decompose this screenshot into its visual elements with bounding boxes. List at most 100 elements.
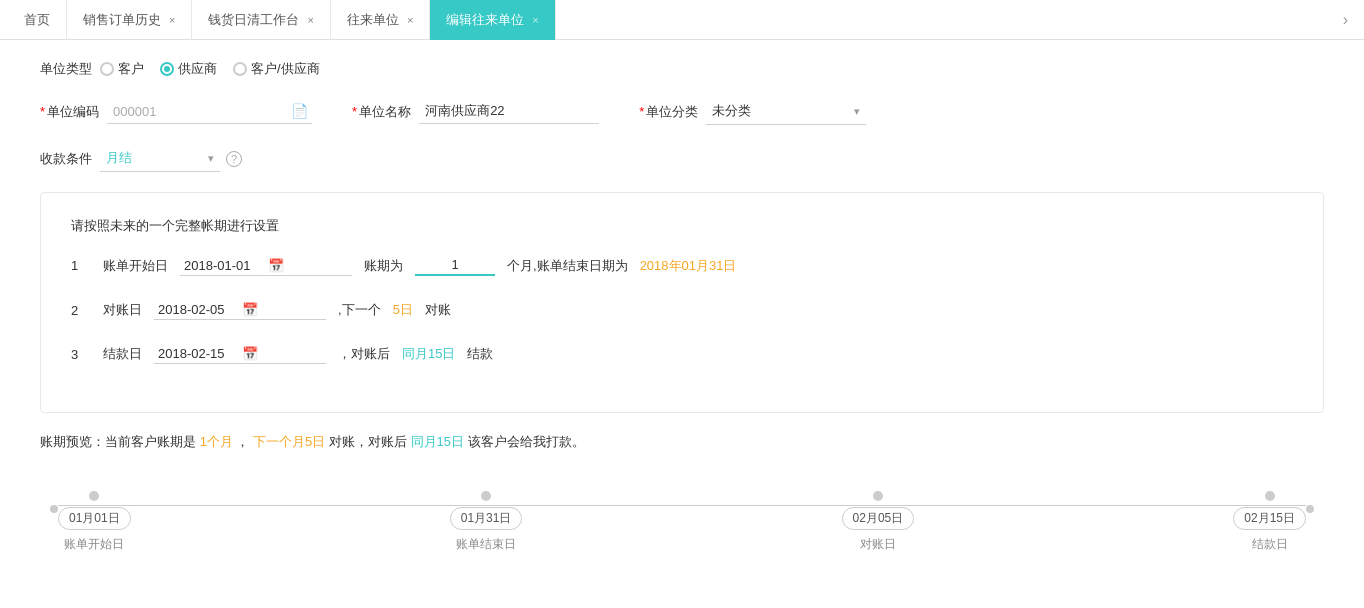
radio-customer-label: 客户 [118,60,144,78]
unit-category-label: 单位分类 [646,103,698,121]
unit-name-input[interactable] [419,100,599,124]
unit-code-input[interactable] [107,100,287,123]
period-instruction: 请按照未来的一个完整帐期进行设置 [71,217,1293,235]
tab-edit-partner-close[interactable]: × [532,14,538,26]
timeline-node-4-dot [1265,491,1275,501]
timeline-node-3: 02月05日 对账日 [842,491,915,553]
preview-text1: ， [236,434,249,449]
payment-dropdown[interactable]: 月结 ▾ [100,145,220,172]
tab-bar: 首页 销售订单历史 × 钱货日清工作台 × 往来单位 × 编辑往来单位 × › [0,0,1364,40]
period-row-2-date-wrapper: 2018-02-05 📅 [154,300,326,320]
main-content: 单位类型 客户 供应商 客户/供应商 * 单位编码 [0,40,1364,608]
radio-group: 客户 供应商 客户/供应商 [100,60,320,78]
period-row-3-date-wrapper: 2018-02-15 📅 [154,344,326,364]
period-row-3-cal-icon[interactable]: 📅 [242,346,322,361]
tab-edit-partner-label: 编辑往来单位 [446,11,524,29]
period-row-2-num: 2 [71,303,91,318]
timeline-node-2-dot [481,491,491,501]
radio-customer-circle [100,62,114,76]
unit-info-row: * 单位编码 📄 * 单位名称 * 单位分类 未分类 ▾ [40,98,1324,125]
unit-code-icon[interactable]: 📄 [287,103,312,119]
period-row-2-desc-prefix: ,下一个 [338,301,381,319]
tab-cash-work-label: 钱货日清工作台 [208,11,299,29]
timeline-node-2: 01月31日 账单结束日 [450,491,523,553]
radio-supplier[interactable]: 供应商 [160,60,217,78]
period-row-2-cal-icon[interactable]: 📅 [242,302,322,317]
radio-both-label: 客户/供应商 [251,60,320,78]
unit-category-required: * [639,104,644,119]
period-month-input[interactable] [415,255,495,276]
payment-label: 收款条件 [40,150,92,168]
period-row-3-num: 3 [71,347,91,362]
unit-category-arrow: ▾ [854,105,860,118]
tab-edit-partner[interactable]: 编辑往来单位 × [430,0,555,40]
period-row-2-date: 2018-02-05 [158,302,238,317]
period-row-3-desc-suffix: 结款 [467,345,493,363]
unit-type-row: 单位类型 客户 供应商 客户/供应商 [40,60,1324,78]
preview-highlight2: 下一个月5日 [253,434,325,449]
period-row-1-label: 账单开始日 [103,257,168,275]
unit-name-group: * 单位名称 [352,100,599,124]
payment-row: 收款条件 月结 ▾ ? [40,145,1324,172]
timeline-start-dot [50,505,58,513]
timeline-node-3-label: 对账日 [860,536,896,553]
period-row-1-num: 1 [71,258,91,273]
period-row-1-date: 2018-01-01 [184,258,264,273]
unit-category-dropdown[interactable]: 未分类 ▾ [706,98,866,125]
unit-category-group: * 单位分类 未分类 ▾ [639,98,866,125]
unit-name-label: 单位名称 [359,103,411,121]
tab-cash-work[interactable]: 钱货日清工作台 × [192,0,330,40]
timeline-node-4-label: 结款日 [1252,536,1288,553]
tab-sales-history-close[interactable]: × [169,14,175,26]
timeline-line [58,505,1306,506]
period-row-3-desc-prefix: ，对账后 [338,345,390,363]
unit-type-label: 单位类型 [40,60,92,78]
preview-highlight1: 1个月 [200,434,233,449]
unit-category-value: 未分类 [712,102,854,120]
payment-arrow: ▾ [208,152,214,165]
preview-text3: 该客户会给我打款。 [468,434,585,449]
timeline-node-1-dot [89,491,99,501]
unit-name-required: * [352,104,357,119]
unit-type-group: 单位类型 客户 供应商 客户/供应商 [40,60,320,78]
radio-customer[interactable]: 客户 [100,60,144,78]
timeline-node-1: 01月01日 账单开始日 [58,491,131,553]
timeline-container: 01月01日 账单开始日 01月31日 账单结束日 02月05日 对账日 02月… [40,491,1324,553]
timeline-node-4-pill: 02月15日 [1233,507,1306,530]
period-row-1: 1 账单开始日 2018-01-01 📅 账期为 个月,账单结束日期为 2018… [71,255,1293,276]
period-settings-box: 请按照未来的一个完整帐期进行设置 1 账单开始日 2018-01-01 📅 账期… [40,192,1324,413]
timeline-node-2-pill: 01月31日 [450,507,523,530]
period-row-3-date: 2018-02-15 [158,346,238,361]
radio-supplier-circle [160,62,174,76]
timeline-inner: 01月01日 账单开始日 01月31日 账单结束日 02月05日 对账日 02月… [58,491,1306,553]
period-row-1-date-wrapper: 2018-01-01 📅 [180,256,352,276]
tab-sales-history-label: 销售订单历史 [83,11,161,29]
period-row-3-label: 结款日 [103,345,142,363]
tab-partner-label: 往来单位 [347,11,399,29]
tab-sales-history[interactable]: 销售订单历史 × [67,0,192,40]
tab-partner-close[interactable]: × [407,14,413,26]
period-row-3: 3 结款日 2018-02-15 📅 ，对账后 同月15日 结款 [71,344,1293,364]
timeline-node-1-label: 账单开始日 [64,536,124,553]
tab-more-button[interactable]: › [1335,11,1356,29]
payment-help-icon[interactable]: ? [226,151,242,167]
preview-section: 账期预览：当前客户账期是 1个月 ， 下一个月5日 对账，对账后 同月15日 该… [40,433,1324,467]
timeline-node-2-label: 账单结束日 [456,536,516,553]
period-row-2-label: 对账日 [103,301,142,319]
tab-home[interactable]: 首页 [8,0,67,40]
radio-supplier-label: 供应商 [178,60,217,78]
timeline-node-3-pill: 02月05日 [842,507,915,530]
timeline-node-1-pill: 01月01日 [58,507,131,530]
tab-partner[interactable]: 往来单位 × [331,0,430,40]
radio-both[interactable]: 客户/供应商 [233,60,320,78]
radio-both-circle [233,62,247,76]
preview-highlight3: 同月15日 [411,434,464,449]
period-row-2-highlight: 5日 [393,301,413,319]
period-row-3-highlight: 同月15日 [402,345,455,363]
tab-cash-work-close[interactable]: × [307,14,313,26]
period-row-2-desc-suffix: 对账 [425,301,451,319]
period-row-1-desc-suffix: 个月,账单结束日期为 [507,257,628,275]
payment-group: 收款条件 月结 ▾ ? [40,145,242,172]
preview-label: 账期预览：当前客户账期是 [40,434,196,449]
period-row-1-cal-icon[interactable]: 📅 [268,258,348,273]
